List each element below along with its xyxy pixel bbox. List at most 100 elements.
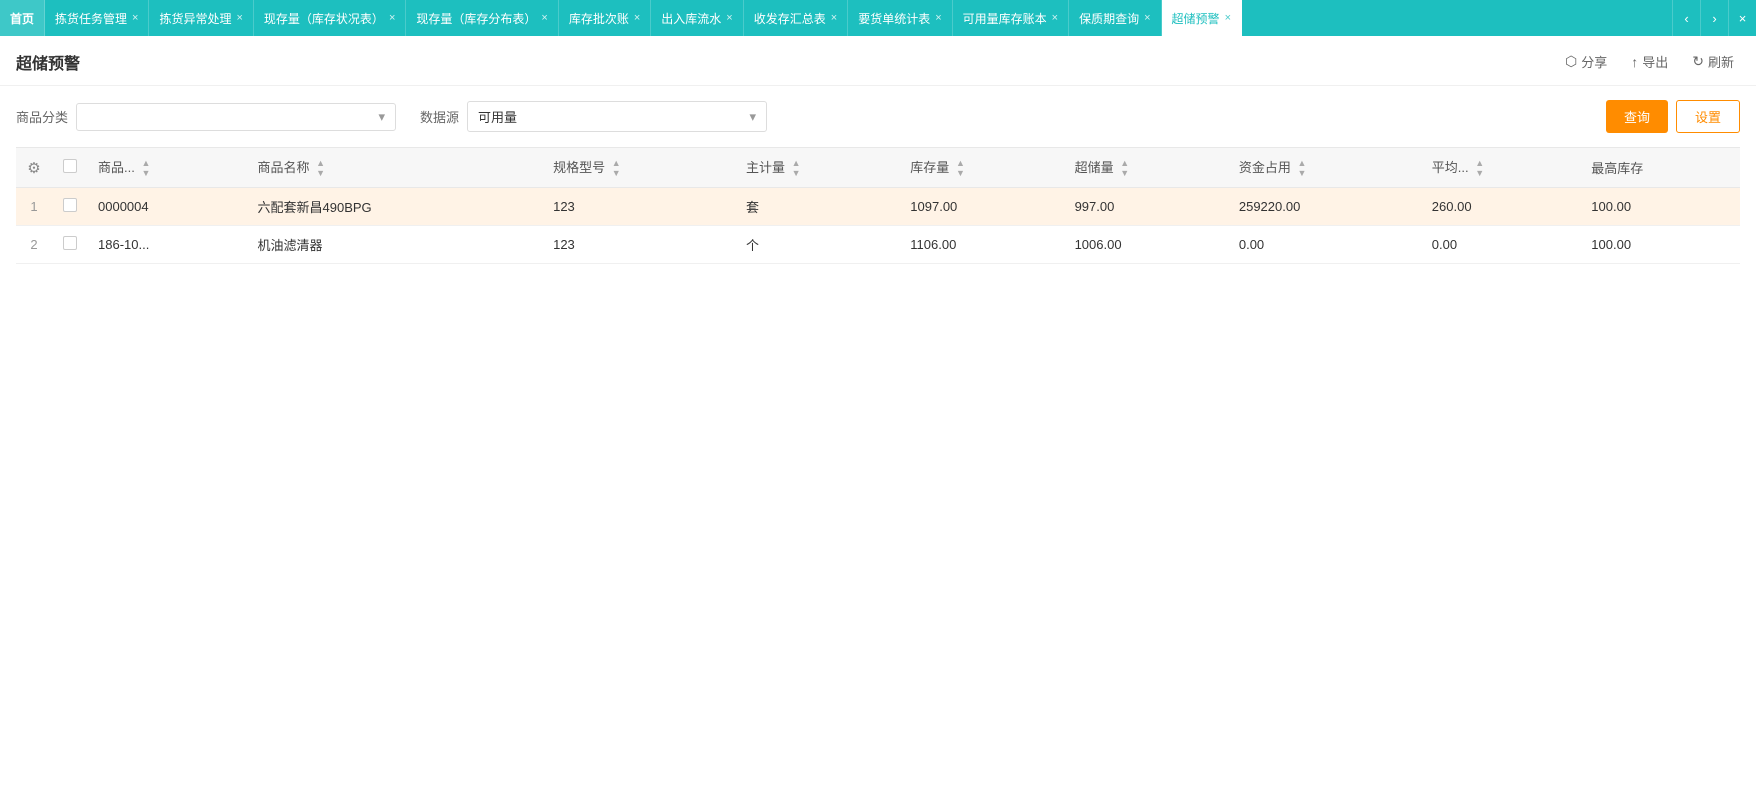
nav-tab-overstock[interactable]: 超储预警 × (1162, 0, 1242, 36)
table-row: 1 0000004 六配套新昌490BPG 123 套 1097.00 997.… (16, 188, 1740, 226)
nav-tab-inventory-status-close[interactable]: × (389, 12, 395, 24)
cell-stock-0: 1097.00 (900, 188, 1064, 226)
nav-tab-inventory-dist-close[interactable]: × (541, 12, 547, 24)
nav-tab-batch-label: 库存批次账 (569, 10, 629, 27)
nav-tab-abnormal-close[interactable]: × (236, 12, 242, 24)
col-max-stock-header[interactable]: 最高库存 (1581, 148, 1740, 188)
sort-unit-icon: ▲▼ (792, 159, 801, 179)
export-label: 导出 (1642, 52, 1668, 71)
col-settings: ⚙ (16, 148, 52, 188)
cell-spec-0: 123 (543, 188, 736, 226)
nav-arrow-left[interactable]: ‹ (1672, 0, 1700, 36)
col-avg-header[interactable]: 平均... ▲▼ (1422, 148, 1582, 188)
sort-overstock-icon: ▲▼ (1120, 159, 1129, 179)
sort-stock-icon: ▲▼ (956, 159, 965, 179)
sort-spec-icon: ▲▼ (612, 159, 621, 179)
cell-avg-1: 0.00 (1422, 226, 1582, 264)
nav-tab-inout[interactable]: 出入库流水 × (651, 0, 743, 36)
top-navigation: 首页 拣货任务管理 × 拣货异常处理 × 现存量（库存状况表） × 现存量（库存… (0, 0, 1756, 36)
select-all-checkbox[interactable] (63, 159, 77, 173)
nav-tab-collect[interactable]: 收发存汇总表 × (744, 0, 848, 36)
nav-tab-overstock-close[interactable]: × (1225, 12, 1231, 24)
category-arrow-icon: ▾ (378, 109, 385, 125)
nav-tab-inventory-status-label: 现存量（库存状况表） (264, 10, 384, 27)
nav-tab-order-stat-label: 要货单统计表 (858, 10, 930, 27)
nav-tab-collect-label: 收发存汇总表 (754, 10, 826, 27)
datasource-value: 可用量 (478, 107, 517, 126)
nav-tab-quality-close[interactable]: × (1144, 12, 1150, 24)
col-overstock-header[interactable]: 超储量 ▲▼ (1065, 148, 1229, 188)
row-select-checkbox-1[interactable] (63, 236, 77, 250)
cell-capital-0: 259220.00 (1229, 188, 1422, 226)
datasource-label: 数据源 (420, 107, 459, 126)
nav-tab-batch-close[interactable]: × (634, 12, 640, 24)
sort-product-name-icon: ▲▼ (316, 159, 325, 179)
cell-capital-1: 0.00 (1229, 226, 1422, 264)
page-container: 超储预警 ⬡ 分享 ↑ 导出 ↻ 刷新 商品分类 ▾ 数据源 (0, 36, 1756, 800)
sort-capital-icon: ▲▼ (1298, 159, 1307, 179)
cell-max-stock-1: 100.00 (1581, 226, 1740, 264)
row-num-0: 1 (16, 188, 52, 226)
refresh-button[interactable]: ↻ 刷新 (1686, 48, 1740, 75)
share-icon: ⬡ (1565, 53, 1577, 70)
row-checkbox-1 (52, 226, 88, 264)
category-label: 商品分类 (16, 107, 68, 126)
row-num-1: 2 (16, 226, 52, 264)
row-checkbox-0 (52, 188, 88, 226)
nav-tab-inventory-status[interactable]: 现存量（库存状况表） × (254, 0, 406, 36)
nav-tab-home[interactable]: 首页 (0, 0, 45, 36)
col-unit-header[interactable]: 主计量 ▲▼ (736, 148, 900, 188)
col-capital-header[interactable]: 资金占用 ▲▼ (1229, 148, 1422, 188)
category-select[interactable]: ▾ (76, 103, 396, 131)
nav-tab-task[interactable]: 拣货任务管理 × (45, 0, 149, 36)
refresh-label: 刷新 (1708, 52, 1734, 71)
nav-arrow-right[interactable]: › (1700, 0, 1728, 36)
set-button[interactable]: 设置 (1676, 100, 1740, 133)
nav-arrow-close[interactable]: × (1728, 0, 1756, 36)
row-select-checkbox-0[interactable] (63, 198, 77, 212)
nav-tab-task-label: 拣货任务管理 (55, 10, 127, 27)
gear-icon[interactable]: ⚙ (27, 160, 40, 177)
cell-overstock-0: 997.00 (1065, 188, 1229, 226)
cell-avg-0: 260.00 (1422, 188, 1582, 226)
filter-area: 商品分类 ▾ 数据源 可用量 ▾ 查询 设置 (0, 86, 1756, 147)
sort-avg-icon: ▲▼ (1475, 159, 1484, 179)
share-button[interactable]: ⬡ 分享 (1559, 48, 1613, 75)
nav-tab-batch[interactable]: 库存批次账 × (559, 0, 651, 36)
nav-tab-quality[interactable]: 保质期查询 × (1069, 0, 1161, 36)
export-icon: ↑ (1631, 54, 1638, 70)
cell-unit-1: 个 (736, 226, 900, 264)
nav-tab-collect-close[interactable]: × (831, 12, 837, 24)
table-wrapper: ⚙ 商品... ▲▼ 商品名称 ▲▼ 规格型号 ▲▼ (0, 147, 1756, 264)
export-button[interactable]: ↑ 导出 (1625, 48, 1674, 75)
nav-tab-task-close[interactable]: × (132, 12, 138, 24)
nav-tab-inout-close[interactable]: × (726, 12, 732, 24)
refresh-icon: ↻ (1692, 53, 1704, 70)
col-product-code-header[interactable]: 商品... ▲▼ (88, 148, 248, 188)
col-spec-header[interactable]: 规格型号 ▲▼ (543, 148, 736, 188)
cell-product-code-0: 0000004 (88, 188, 248, 226)
nav-tab-inventory-dist[interactable]: 现存量（库存分布表） × (406, 0, 558, 36)
query-button[interactable]: 查询 (1606, 100, 1668, 133)
datasource-select[interactable]: 可用量 ▾ (467, 101, 767, 132)
datasource-filter: 数据源 可用量 ▾ (420, 101, 767, 132)
cell-spec-1: 123 (543, 226, 736, 264)
nav-tab-available-close[interactable]: × (1052, 12, 1058, 24)
nav-tab-order-stat-close[interactable]: × (935, 12, 941, 24)
col-stock-header[interactable]: 库存量 ▲▼ (900, 148, 1064, 188)
cell-product-name-1: 机油滤清器 (248, 226, 544, 264)
nav-tab-abnormal[interactable]: 拣货异常处理 × (149, 0, 253, 36)
col-product-name-header[interactable]: 商品名称 ▲▼ (248, 148, 544, 188)
data-table: ⚙ 商品... ▲▼ 商品名称 ▲▼ 规格型号 ▲▼ (16, 147, 1740, 264)
cell-stock-1: 1106.00 (900, 226, 1064, 264)
nav-tab-order-stat[interactable]: 要货单统计表 × (848, 0, 952, 36)
table-row: 2 186-10... 机油滤清器 123 个 1106.00 1006.00 … (16, 226, 1740, 264)
share-label: 分享 (1581, 52, 1607, 71)
nav-tab-abnormal-label: 拣货异常处理 (159, 10, 231, 27)
nav-tab-available[interactable]: 可用量库存账本 × (953, 0, 1069, 36)
datasource-arrow-icon: ▾ (750, 109, 757, 125)
category-filter: 商品分类 ▾ (16, 103, 396, 131)
page-title: 超储预警 (16, 50, 80, 74)
page-header: 超储预警 ⬡ 分享 ↑ 导出 ↻ 刷新 (0, 36, 1756, 86)
filter-actions: 查询 设置 (1606, 100, 1740, 133)
